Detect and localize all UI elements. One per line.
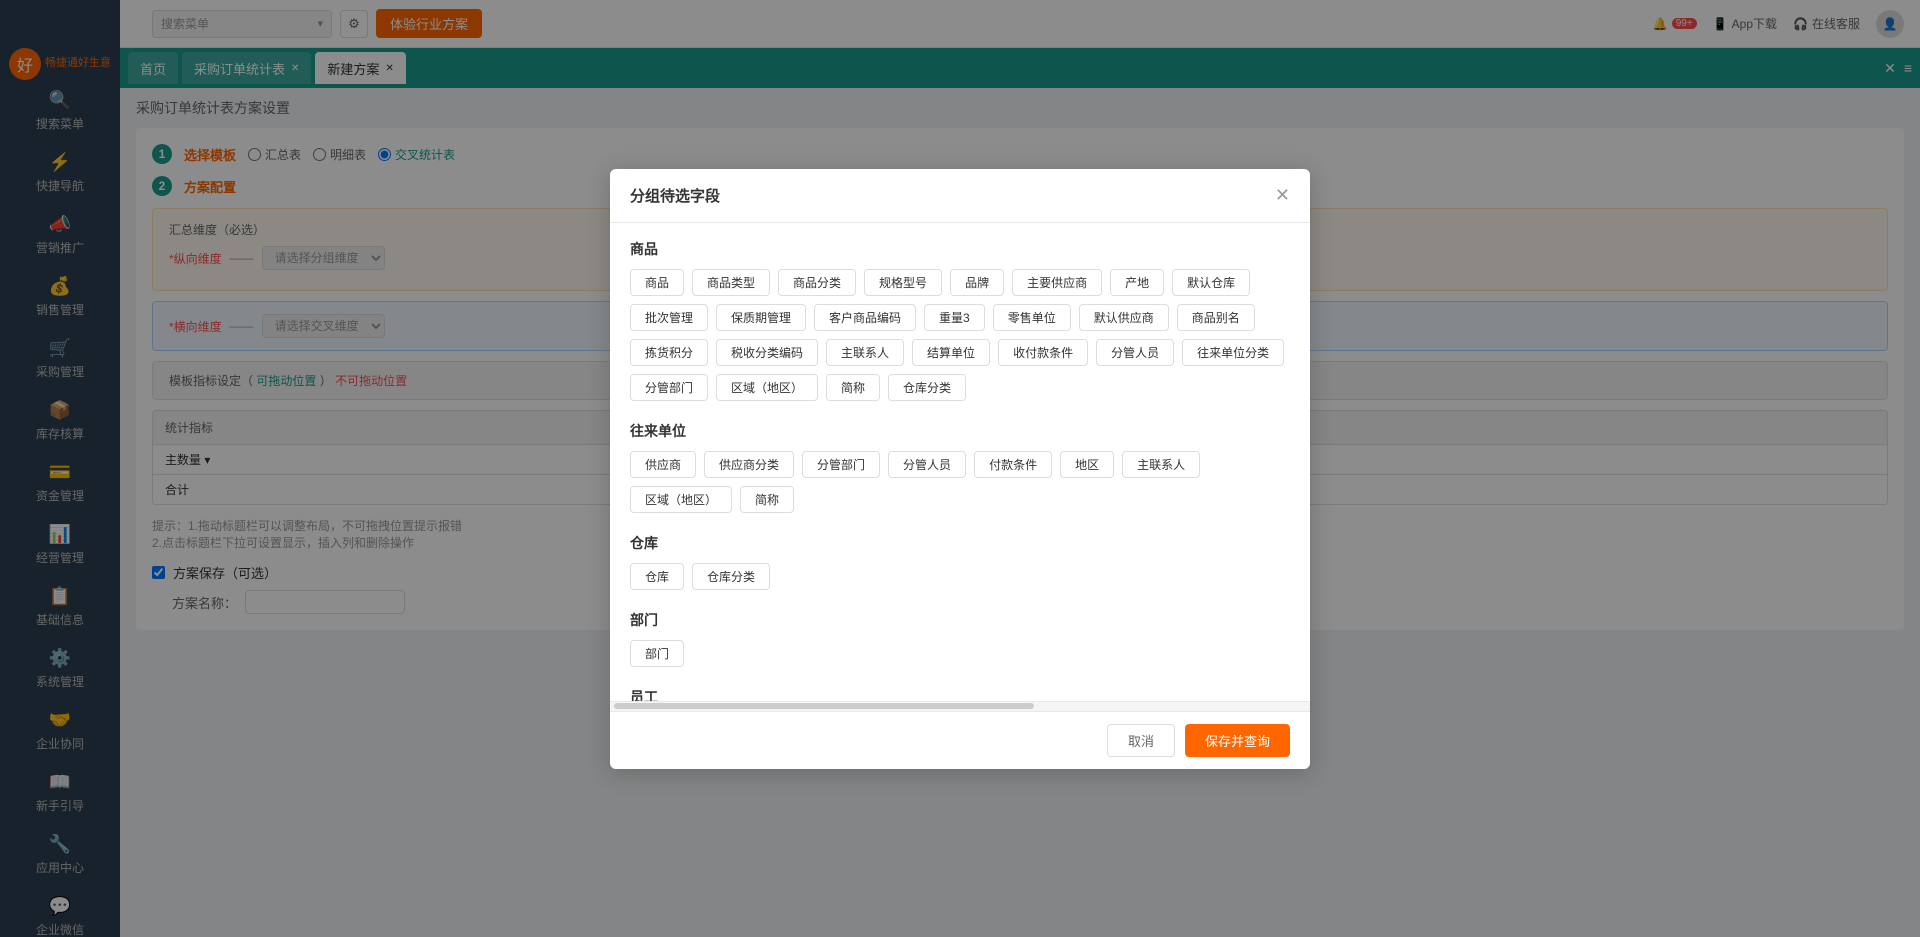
modal-close-button[interactable]: ✕ [1275, 185, 1290, 206]
section-4: 员工业务员 [630, 687, 1290, 701]
modal-footer: 取消 保存并查询 [610, 711, 1310, 769]
field-grid-1: 供应商供应商分类分管部门分管人员付款条件地区主联系人区域（地区） 简称 [630, 451, 1290, 513]
field-tag-3-0[interactable]: 部门 [630, 640, 684, 667]
field-tag-1-3[interactable]: 分管人员 [888, 451, 966, 478]
section-0: 商品商品商品类型商品分类规格型号品牌主要供应商产地默认仓库批次管理保质期管理客户… [630, 239, 1290, 401]
field-tag-1-5[interactable]: 地区 [1060, 451, 1114, 478]
field-tag-0-16[interactable]: 税收分类编码 [716, 339, 818, 366]
field-select-modal: 分组待选字段 ✕ 商品商品商品类型商品分类规格型号品牌主要供应商产地默认仓库批次… [610, 169, 1310, 769]
modal-scrollbar-thumb [614, 703, 1034, 709]
section-title-0: 商品 [630, 239, 1290, 259]
field-tag-0-12[interactable]: 零售单位 [993, 304, 1071, 331]
field-tag-1-1[interactable]: 供应商分类 [704, 451, 794, 478]
field-tag-0-8[interactable]: 批次管理 [630, 304, 708, 331]
modal-body: 商品商品商品类型商品分类规格型号品牌主要供应商产地默认仓库批次管理保质期管理客户… [610, 223, 1310, 701]
field-grid-0: 商品商品类型商品分类规格型号品牌主要供应商产地默认仓库批次管理保质期管理客户商品… [630, 269, 1290, 401]
field-grid-3: 部门 [630, 640, 1290, 667]
field-tag-1-7[interactable]: 区域（地区） [630, 486, 732, 513]
section-title-1: 往来单位 [630, 421, 1290, 441]
field-tag-0-24[interactable]: 简称 [826, 374, 880, 401]
field-tag-1-0[interactable]: 供应商 [630, 451, 696, 478]
field-tag-1-8[interactable]: 简称 [740, 486, 794, 513]
field-tag-0-21[interactable]: 往来单位分类 [1182, 339, 1284, 366]
field-tag-0-14[interactable]: 商品别名 [1177, 304, 1255, 331]
section-1: 往来单位供应商供应商分类分管部门分管人员付款条件地区主联系人区域（地区） 简称 [630, 421, 1290, 513]
field-tag-0-2[interactable]: 商品分类 [778, 269, 856, 296]
confirm-button[interactable]: 保存并查询 [1185, 724, 1290, 757]
field-tag-0-17[interactable]: 主联系人 [826, 339, 904, 366]
section-title-3: 部门 [630, 610, 1290, 630]
field-tag-2-1[interactable]: 仓库分类 [692, 563, 770, 590]
field-tag-1-4[interactable]: 付款条件 [974, 451, 1052, 478]
field-grid-2: 仓库仓库分类 [630, 563, 1290, 590]
field-tag-0-6[interactable]: 产地 [1110, 269, 1164, 296]
field-tag-0-4[interactable]: 品牌 [950, 269, 1004, 296]
field-tag-0-15[interactable]: 拣货积分 [630, 339, 708, 366]
section-title-2: 仓库 [630, 533, 1290, 553]
field-tag-0-3[interactable]: 规格型号 [864, 269, 942, 296]
section-3: 部门部门 [630, 610, 1290, 667]
field-tag-0-20[interactable]: 分管人员 [1096, 339, 1174, 366]
section-2: 仓库仓库仓库分类 [630, 533, 1290, 590]
field-tag-0-23[interactable]: 区域（地区） [716, 374, 818, 401]
field-tag-0-22[interactable]: 分管部门 [630, 374, 708, 401]
field-tag-1-2[interactable]: 分管部门 [802, 451, 880, 478]
field-tag-0-11[interactable]: 重量3 [924, 304, 985, 331]
field-tag-0-19[interactable]: 收付款条件 [998, 339, 1088, 366]
field-tag-0-13[interactable]: 默认供应商 [1079, 304, 1169, 331]
field-tag-2-0[interactable]: 仓库 [630, 563, 684, 590]
field-tag-0-18[interactable]: 结算单位 [912, 339, 990, 366]
field-tag-0-7[interactable]: 默认仓库 [1172, 269, 1250, 296]
field-tag-0-0[interactable]: 商品 [630, 269, 684, 296]
field-tag-1-6[interactable]: 主联系人 [1122, 451, 1200, 478]
field-tag-0-10[interactable]: 客户商品编码 [814, 304, 916, 331]
modal-overlay: 分组待选字段 ✕ 商品商品商品类型商品分类规格型号品牌主要供应商产地默认仓库批次… [0, 0, 1920, 937]
field-tag-0-25[interactable]: 仓库分类 [888, 374, 966, 401]
field-tag-0-9[interactable]: 保质期管理 [716, 304, 806, 331]
cancel-button[interactable]: 取消 [1107, 724, 1175, 757]
field-tag-0-1[interactable]: 商品类型 [692, 269, 770, 296]
section-title-4: 员工 [630, 687, 1290, 701]
field-tag-0-5[interactable]: 主要供应商 [1012, 269, 1102, 296]
modal-header: 分组待选字段 ✕ [610, 169, 1310, 223]
modal-horizontal-scrollbar[interactable] [610, 701, 1310, 711]
modal-title: 分组待选字段 [630, 185, 720, 206]
